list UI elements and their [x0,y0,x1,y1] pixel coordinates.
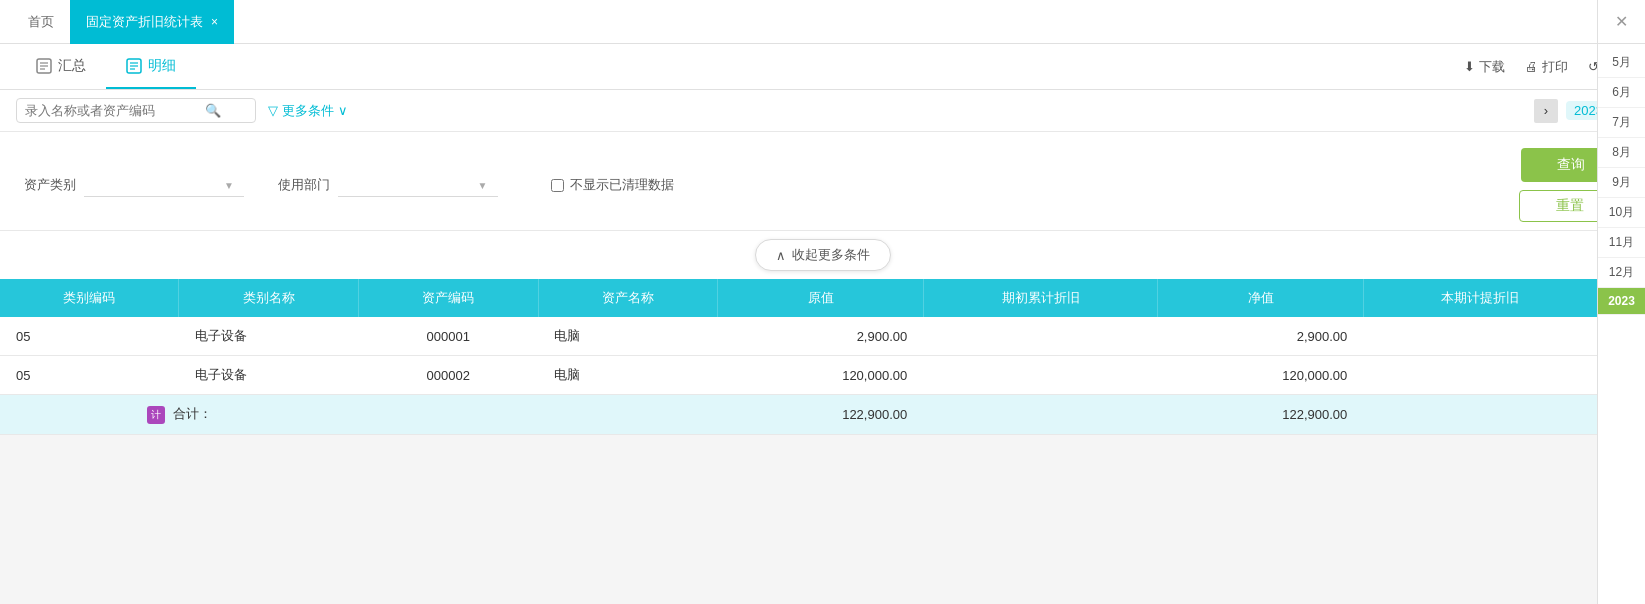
total-current-dep [1363,395,1597,435]
tab-summary[interactable]: 汇总 [16,44,106,89]
search-wrap: 🔍 [16,98,256,123]
table-row[interactable]: 05 电子设备 000001 电脑 2,900.00 2,900.00 [0,317,1597,356]
download-button[interactable]: ⬇ 下载 [1464,58,1505,76]
filter-icon: ▽ [268,103,278,118]
row2-accumulated-dep [923,356,1158,395]
tab-detail-label: 明细 [148,57,176,75]
sub-tabs-left: 汇总 明细 [16,44,196,89]
row1-asset-code: 000001 [358,317,538,356]
department-label: 使用部门 [278,176,330,194]
collapse-up-icon: ∧ [776,248,786,263]
table-header-row: 类别编码 类别名称 资产编码 资产名称 原值 期初累计折旧 净值 本期计提折旧 [0,279,1597,317]
row1-category-name: 电子设备 [179,317,359,356]
row2-current-dep [1363,356,1597,395]
row1-category-code: 05 [0,317,179,356]
filter-row: 🔍 ▽ 更多条件 ∨ › 2023.01 [0,90,1645,132]
row1-asset-name: 电脑 [538,317,718,356]
th-category-code: 类别编码 [0,279,179,317]
department-select[interactable] [338,173,498,197]
th-category-name: 类别名称 [179,279,359,317]
th-accumulated-dep: 期初累计折旧 [923,279,1158,317]
search-input[interactable] [25,103,205,118]
month-5[interactable]: 5月 [1598,48,1645,78]
download-label: 下载 [1479,58,1505,76]
collapse-button[interactable]: ∧ 收起更多条件 [755,239,891,271]
month-10[interactable]: 10月 [1598,198,1645,228]
sub-tabs-bar: 汇总 明细 ⬇ 下载 🖨 打印 [0,44,1645,90]
print-label: 打印 [1542,58,1568,76]
row1-original-value: 2,900.00 [718,317,923,356]
collapse-label: 收起更多条件 [792,246,870,264]
month-6[interactable]: 6月 [1598,78,1645,108]
nav-tab-label: 固定资产折旧统计表 [86,13,203,31]
nav-tab-fixed-assets[interactable]: 固定资产折旧统计表 × [70,0,234,44]
month-9[interactable]: 9月 [1598,168,1645,198]
sidebar-top: ✕ [1598,0,1645,44]
table-total-row: 计 合计： 122,900.00 122,900.00 [0,395,1597,435]
filter-fields-row: 资产类别 ▼ 使用部门 ▼ 不显示已清理数 [24,148,1621,222]
th-original-value: 原值 [718,279,923,317]
total-label: 计 合计： [0,395,358,435]
data-table: 类别编码 类别名称 资产编码 资产名称 原值 期初累计折旧 净值 本期计提折旧 … [0,279,1597,435]
total-original-value: 122,900.00 [718,395,923,435]
table-row[interactable]: 05 电子设备 000002 电脑 120,000.00 120,000.00 [0,356,1597,395]
asset-category-label: 资产类别 [24,176,76,194]
nav-tab-close[interactable]: × [211,15,218,29]
year-2023[interactable]: 2023 [1598,288,1645,315]
row2-category-code: 05 [0,356,179,395]
department-field: 使用部门 ▼ [278,173,492,197]
asset-category-select[interactable] [84,173,244,197]
more-filter-arrow: ∨ [338,103,348,118]
month-11[interactable]: 11月 [1598,228,1645,258]
row2-category-name: 电子设备 [179,356,359,395]
print-button[interactable]: 🖨 打印 [1525,58,1568,76]
filter-collapse-arrow[interactable]: › [1534,99,1558,123]
row1-net-value: 2,900.00 [1158,317,1363,356]
total-icon: 计 [147,406,165,424]
tab-summary-label: 汇总 [58,57,86,75]
hide-cleared-field: 不显示已清理数据 [551,176,674,194]
total-accumulated-dep [923,395,1158,435]
summary-icon [36,58,52,74]
tab-detail[interactable]: 明细 [106,44,196,89]
month-list: 5月 6月 7月 8月 9月 10月 11月 12月 2023 [1598,44,1645,604]
month-12[interactable]: 12月 [1598,258,1645,288]
download-icon: ⬇ [1464,59,1475,74]
print-icon: 🖨 [1525,59,1538,74]
month-8[interactable]: 8月 [1598,138,1645,168]
total-net-value: 122,900.00 [1158,395,1363,435]
collapse-row: ∧ 收起更多条件 [0,231,1645,279]
data-table-wrap: 类别编码 类别名称 资产编码 资产名称 原值 期初累计折旧 净值 本期计提折旧 … [0,279,1597,435]
hide-cleared-checkbox[interactable] [551,179,564,192]
row2-asset-name: 电脑 [538,356,718,395]
asset-category-field: 资产类别 ▼ [24,173,238,197]
row1-accumulated-dep [923,317,1158,356]
advanced-filter: 资产类别 ▼ 使用部门 ▼ 不显示已清理数 [0,132,1645,231]
row1-current-dep [1363,317,1597,356]
row2-net-value: 120,000.00 [1158,356,1363,395]
detail-icon [126,58,142,74]
more-filter-button[interactable]: ▽ 更多条件 ∨ [268,102,348,120]
right-sidebar: ✕ 5月 6月 7月 8月 9月 10月 11月 12月 2023 [1597,0,1645,604]
row2-asset-code: 000002 [358,356,538,395]
top-nav: 首页 固定资产折旧统计表 × ✕ [0,0,1645,44]
month-7[interactable]: 7月 [1598,108,1645,138]
sidebar-close-icon[interactable]: ✕ [1615,12,1628,31]
th-asset-code: 资产编码 [358,279,538,317]
th-net-value: 净值 [1158,279,1363,317]
hide-cleared-label: 不显示已清理数据 [570,176,674,194]
search-icon[interactable]: 🔍 [205,103,221,118]
more-filter-label: 更多条件 [282,102,334,120]
th-asset-name: 资产名称 [538,279,718,317]
th-current-dep: 本期计提折旧 [1363,279,1597,317]
nav-home[interactable]: 首页 [12,13,70,31]
row2-original-value: 120,000.00 [718,356,923,395]
